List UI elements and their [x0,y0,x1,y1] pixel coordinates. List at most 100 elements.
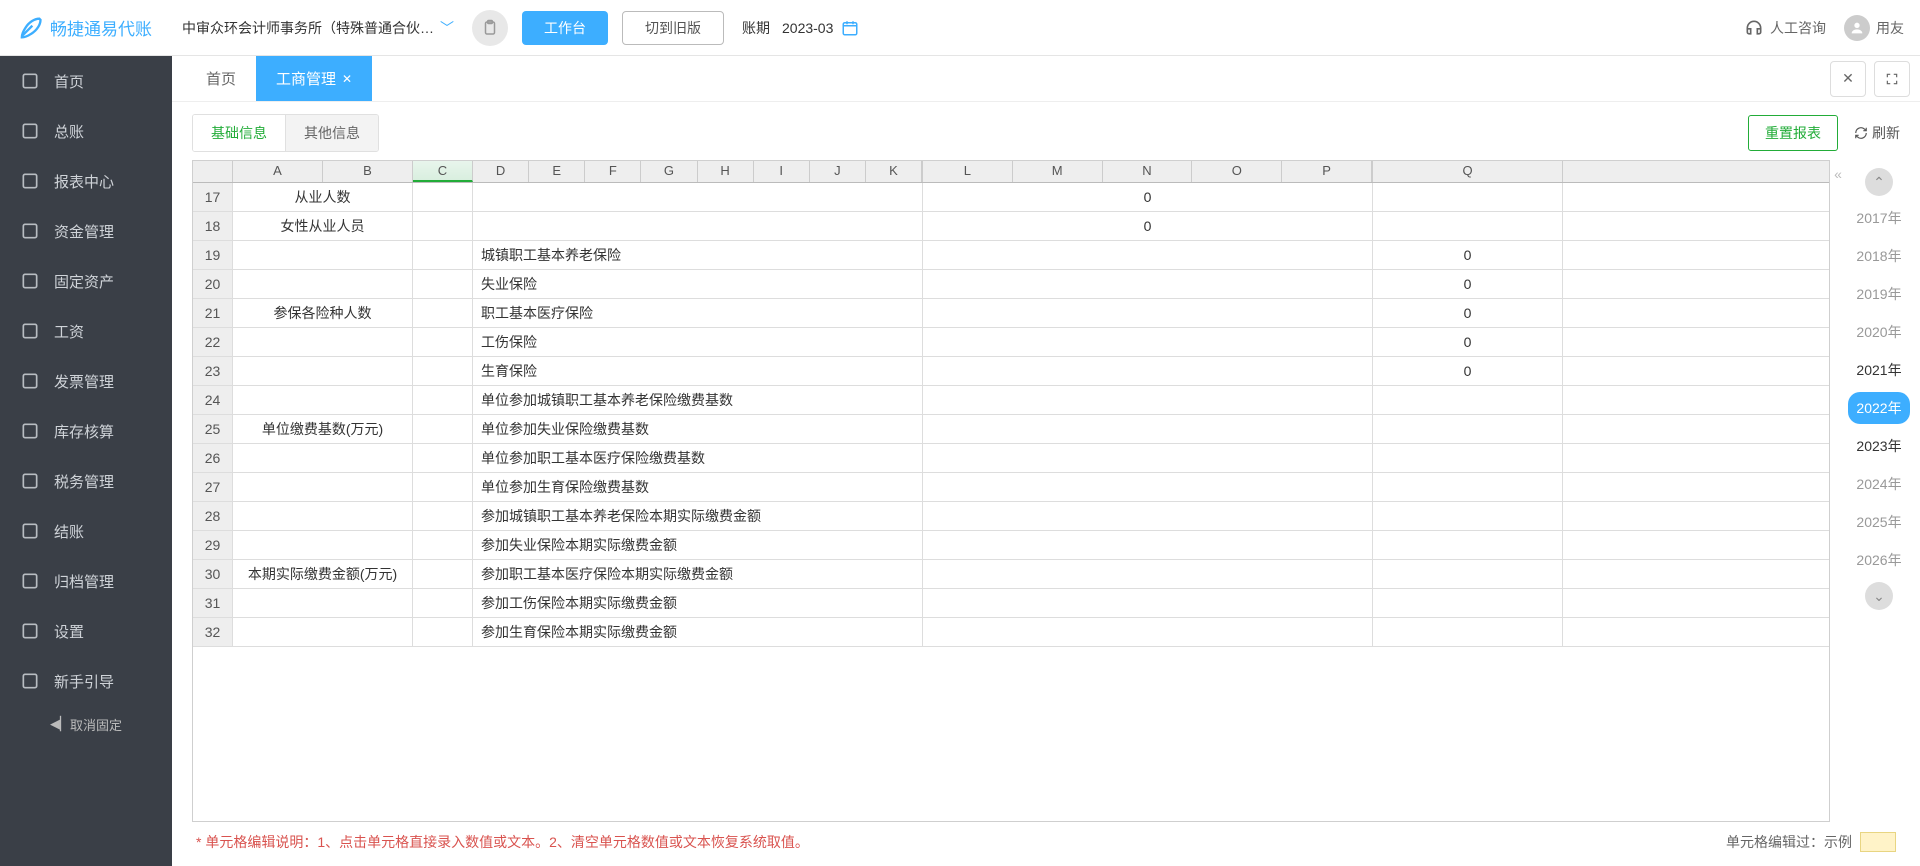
sidebar-item-12[interactable]: 新手引导 [0,656,172,706]
cell-desc[interactable]: 工伤保险 [473,328,923,356]
year-up-icon[interactable]: ⌃ [1865,168,1893,196]
org-selector[interactable]: 中审众环会计师事务所（特殊普通合伙… ﹀ [182,18,454,38]
period-picker[interactable]: 2023-03 [782,19,859,37]
brand-logo[interactable]: 畅捷通易代账 [16,14,152,42]
cell-val-o[interactable]: 0 [1373,357,1563,385]
fullscreen-button[interactable] [1874,61,1910,97]
year-2019年[interactable]: 2019年 [1848,278,1909,310]
reset-report-button[interactable]: 重置报表 [1748,115,1838,151]
cell-desc[interactable] [473,212,923,240]
cell-val-o[interactable] [1373,531,1563,559]
old-version-button[interactable]: 切到旧版 [622,11,724,45]
cell-val-k[interactable] [923,328,1373,356]
year-2020年[interactable]: 2020年 [1848,316,1909,348]
spreadsheet[interactable]: ABCDEFGHIJKLMNOPQ 17从业人数018女性从业人员019城镇职工… [192,160,1830,822]
clipboard-button[interactable] [472,10,508,46]
cell-desc[interactable]: 参加工伤保险本期实际缴费金额 [473,589,923,617]
col-corner[interactable] [193,161,233,182]
panel-collapse-icon[interactable]: « [1830,160,1846,822]
year-2023年[interactable]: 2023年 [1848,430,1909,462]
cell-val-o[interactable]: 0 [1373,328,1563,356]
cell-desc[interactable]: 单位参加职工基本医疗保险缴费基数 [473,444,923,472]
table-row[interactable]: 23生育保险0 [193,357,1829,386]
cell-desc[interactable]: 失业保险 [473,270,923,298]
table-row[interactable]: 21参保各险种人数职工基本医疗保险0 [193,299,1829,328]
sidebar-item-8[interactable]: 税务管理 [0,456,172,506]
col-C[interactable]: C [413,161,473,182]
col-Q[interactable]: Q [1373,161,1563,182]
sidebar-item-5[interactable]: 工资 [0,306,172,356]
sidebar-item-10[interactable]: 归档管理 [0,556,172,606]
cell-desc[interactable]: 参加生育保险本期实际缴费金额 [473,618,923,646]
year-2024年[interactable]: 2024年 [1848,468,1909,500]
cell-val-k[interactable] [923,357,1373,385]
sidebar-item-0[interactable]: 首页 [0,56,172,106]
sidebar-item-4[interactable]: 固定资产 [0,256,172,306]
cell-val-o[interactable] [1373,618,1563,646]
col-B[interactable]: B [323,161,413,182]
cell-val-o[interactable] [1373,444,1563,472]
cell-val-o[interactable] [1373,415,1563,443]
year-down-icon[interactable]: ⌄ [1865,582,1893,610]
workbench-button[interactable]: 工作台 [522,11,608,45]
cell-val-o[interactable] [1373,589,1563,617]
cell-desc[interactable]: 单位参加城镇职工基本养老保险缴费基数 [473,386,923,414]
cell-val-o[interactable]: 0 [1373,241,1563,269]
table-row[interactable]: 27单位参加生育保险缴费基数 [193,473,1829,502]
close-tabs-button[interactable]: ✕ [1830,61,1866,97]
cell-val-k[interactable]: 0 [923,183,1373,211]
cell-val-o[interactable] [1373,473,1563,501]
table-row[interactable]: 19城镇职工基本养老保险0 [193,241,1829,270]
year-2025年[interactable]: 2025年 [1848,506,1909,538]
cell-desc[interactable]: 参加职工基本医疗保险本期实际缴费金额 [473,560,923,588]
unpin-button[interactable]: ◀▏取消固定 [0,706,172,742]
col-D[interactable]: DEFGHIJK [473,161,923,182]
cell-val-k[interactable] [923,299,1373,327]
subtab-other[interactable]: 其他信息 [286,115,378,151]
tab-home[interactable]: 首页 [186,56,256,101]
cell-val-k[interactable] [923,502,1373,530]
cell-desc[interactable]: 单位参加失业保险缴费基数 [473,415,923,443]
cell-val-o[interactable] [1373,502,1563,530]
table-row[interactable]: 30本期实际缴费金额(万元)参加职工基本医疗保险本期实际缴费金额 [193,560,1829,589]
cell-desc[interactable]: 单位参加生育保险缴费基数 [473,473,923,501]
cell-val-o[interactable] [1373,183,1563,211]
cell-val-k[interactable] [923,618,1373,646]
close-icon[interactable]: ✕ [342,72,352,86]
table-row[interactable]: 17从业人数0 [193,183,1829,212]
cell-val-k[interactable]: 0 [923,212,1373,240]
year-2017年[interactable]: 2017年 [1848,202,1909,234]
cell-desc[interactable]: 城镇职工基本养老保险 [473,241,923,269]
user-menu[interactable]: 用友 [1844,15,1904,41]
sidebar-item-9[interactable]: 结账 [0,506,172,556]
table-row[interactable]: 25单位缴费基数(万元)单位参加失业保险缴费基数 [193,415,1829,444]
sidebar-item-3[interactable]: 资金管理 [0,206,172,256]
year-2022年[interactable]: 2022年 [1848,392,1909,424]
support-link[interactable]: 人工咨询 [1744,18,1826,38]
year-2018年[interactable]: 2018年 [1848,240,1909,272]
cell-desc[interactable]: 参加城镇职工基本养老保险本期实际缴费金额 [473,502,923,530]
year-2026年[interactable]: 2026年 [1848,544,1909,576]
cell-val-k[interactable] [923,589,1373,617]
cell-val-k[interactable] [923,386,1373,414]
sidebar-item-2[interactable]: 报表中心 [0,156,172,206]
cell-val-k[interactable] [923,415,1373,443]
subtab-basic[interactable]: 基础信息 [193,115,286,151]
col-L[interactable]: LMNOP [923,161,1373,182]
cell-val-k[interactable] [923,444,1373,472]
table-row[interactable]: 31参加工伤保险本期实际缴费金额 [193,589,1829,618]
sidebar-item-11[interactable]: 设置 [0,606,172,656]
sidebar-item-1[interactable]: 总账 [0,106,172,156]
cell-desc[interactable]: 参加失业保险本期实际缴费金额 [473,531,923,559]
cell-val-o[interactable] [1373,212,1563,240]
cell-val-k[interactable] [923,531,1373,559]
year-2021年[interactable]: 2021年 [1848,354,1909,386]
sidebar-item-6[interactable]: 发票管理 [0,356,172,406]
cell-val-k[interactable] [923,241,1373,269]
cell-desc[interactable]: 生育保险 [473,357,923,385]
table-row[interactable]: 22工伤保险0 [193,328,1829,357]
table-row[interactable]: 18女性从业人员0 [193,212,1829,241]
table-row[interactable]: 28参加城镇职工基本养老保险本期实际缴费金额 [193,502,1829,531]
table-row[interactable]: 32参加生育保险本期实际缴费金额 [193,618,1829,647]
table-row[interactable]: 29参加失业保险本期实际缴费金额 [193,531,1829,560]
